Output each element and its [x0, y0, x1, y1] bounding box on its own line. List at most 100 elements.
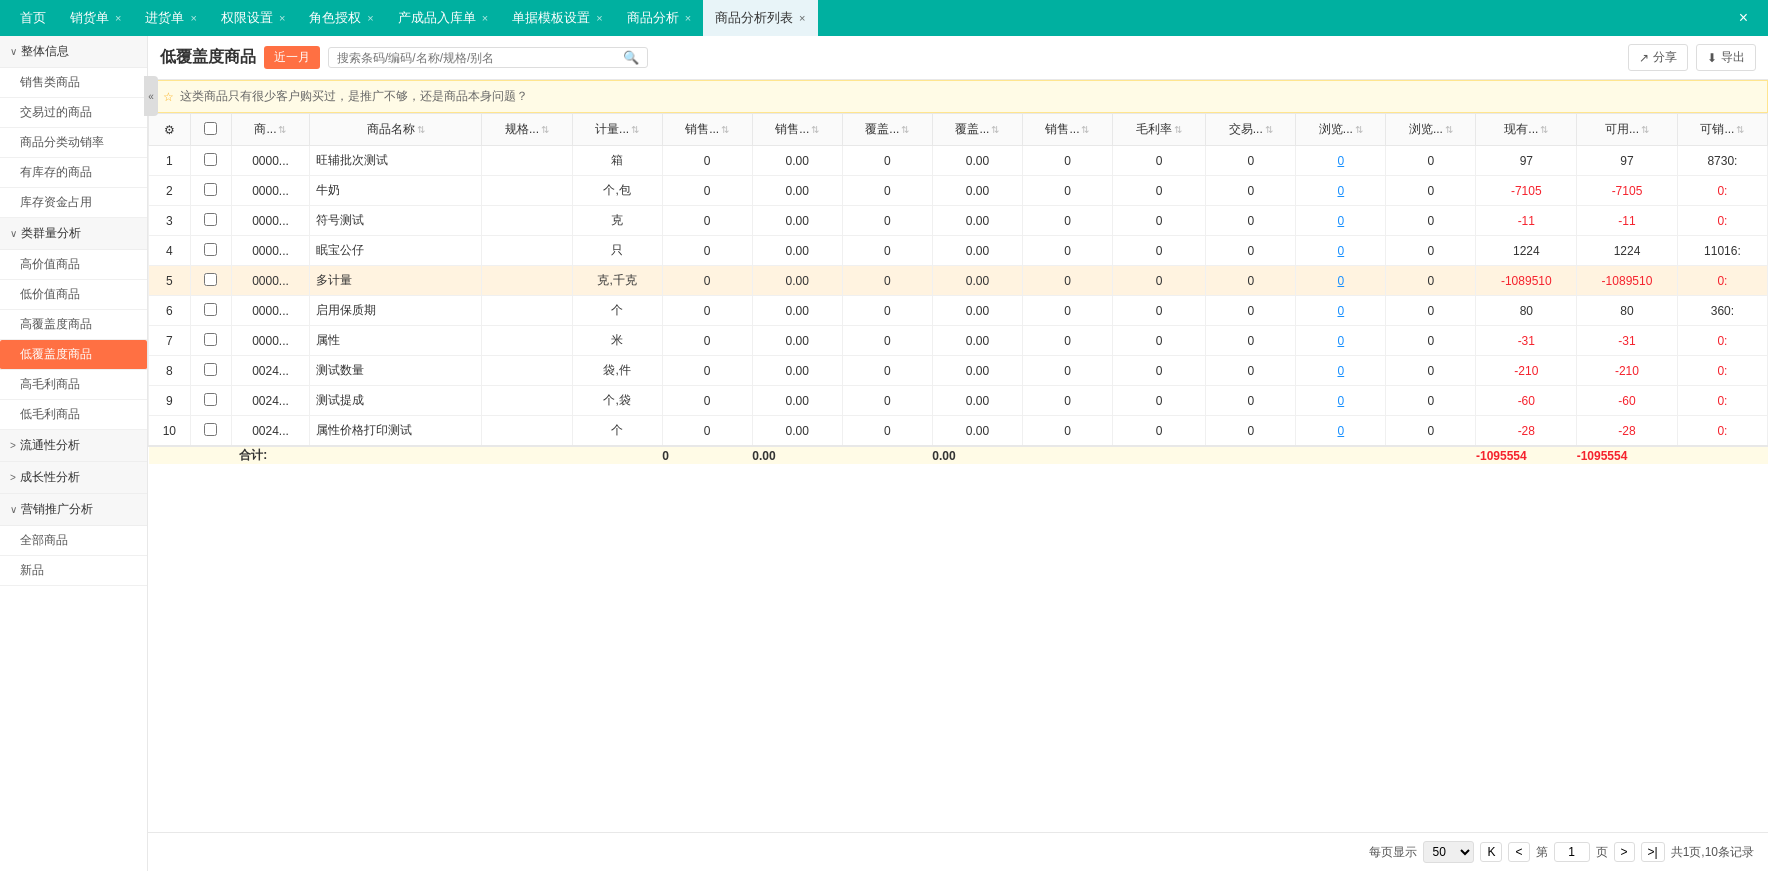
- row-sales-amt: 0.00: [752, 176, 842, 206]
- row-sellable: 0:: [1677, 416, 1767, 447]
- row-cover1: 0: [842, 236, 932, 266]
- row-name: 启用保质期: [310, 296, 482, 326]
- row-checkbox[interactable]: [190, 206, 231, 236]
- nav-product-analysis-list[interactable]: 商品分析列表 ×: [703, 0, 817, 36]
- per-page-select[interactable]: 50 20 100 200: [1423, 841, 1474, 863]
- row-checkbox[interactable]: [190, 416, 231, 447]
- sidebar-item-category-sales-rate[interactable]: 商品分类动销率: [0, 128, 147, 158]
- share-button[interactable]: ↗ 分享: [1628, 44, 1688, 71]
- row-cover1: 0: [842, 416, 932, 447]
- sidebar-item-low-value[interactable]: 低价值商品: [0, 280, 147, 310]
- row-current-stock: -11: [1476, 206, 1577, 236]
- sidebar-section-cluster[interactable]: ∨ 类群量分析: [0, 218, 147, 250]
- nav-close-icon[interactable]: ×: [279, 12, 285, 24]
- date-filter-button[interactable]: 近一月: [264, 46, 320, 69]
- nav-close-icon[interactable]: ×: [367, 12, 373, 24]
- row-view1[interactable]: 0: [1296, 206, 1386, 236]
- nav-product-analysis[interactable]: 商品分析 ×: [615, 0, 703, 36]
- row-code: 0000...: [231, 266, 310, 296]
- sidebar-section-growth[interactable]: > 成长性分析: [0, 462, 147, 494]
- nav-product-in[interactable]: 产成品入库单 ×: [386, 0, 500, 36]
- row-view1[interactable]: 0: [1296, 326, 1386, 356]
- row-view1[interactable]: 0: [1296, 146, 1386, 176]
- row-trade: 0: [1206, 416, 1296, 447]
- nav-role[interactable]: 角色授权 ×: [297, 0, 385, 36]
- col-margin: 毛利率⇅: [1113, 114, 1206, 146]
- window-close-button[interactable]: ×: [1727, 9, 1760, 27]
- sidebar-item-capital-occupation[interactable]: 库存资金占用: [0, 188, 147, 218]
- sidebar-section-overall[interactable]: ∨ 整体信息: [0, 36, 147, 68]
- row-trade: 0: [1206, 356, 1296, 386]
- row-view1[interactable]: 0: [1296, 176, 1386, 206]
- sidebar-item-high-margin[interactable]: 高毛利商品: [0, 370, 147, 400]
- row-current-stock: -28: [1476, 416, 1577, 447]
- sidebar-item-traded-goods[interactable]: 交易过的商品: [0, 98, 147, 128]
- last-page-button[interactable]: >|: [1641, 842, 1665, 862]
- col-settings[interactable]: ⚙: [149, 114, 191, 146]
- col-cover1: 覆盖...⇅: [842, 114, 932, 146]
- prev-page-button[interactable]: <: [1508, 842, 1529, 862]
- row-spec: [482, 266, 572, 296]
- footer-sales-qty: 0: [662, 446, 752, 464]
- nav-close-icon[interactable]: ×: [115, 12, 121, 24]
- table-row: 100024...属性价格打印测试个00.0000.0000000-28-280…: [149, 416, 1768, 447]
- nav-sales-order[interactable]: 销货单 ×: [58, 0, 133, 36]
- row-checkbox[interactable]: [190, 236, 231, 266]
- sidebar-item-sales-goods[interactable]: 销售类商品: [0, 68, 147, 98]
- sidebar-item-all-goods[interactable]: 全部商品: [0, 526, 147, 556]
- row-view1[interactable]: 0: [1296, 356, 1386, 386]
- nav-purchase[interactable]: 进货单 ×: [133, 0, 208, 36]
- table-wrapper[interactable]: ⚙ 商...⇅ 商品名称⇅ 规格...⇅ 计量...⇅ 销售...⇅ 销售...…: [148, 113, 1768, 832]
- sidebar-item-low-coverage[interactable]: 低覆盖度商品: [0, 340, 147, 370]
- expand-icon: ∨: [10, 228, 17, 239]
- row-view2: 0: [1386, 386, 1476, 416]
- sidebar-item-new-goods[interactable]: 新品: [0, 556, 147, 586]
- col-sales-qty: 销售...⇅: [662, 114, 752, 146]
- nav-permission[interactable]: 权限设置 ×: [209, 0, 297, 36]
- first-page-button[interactable]: K: [1480, 842, 1502, 862]
- nav-home[interactable]: 首页: [8, 0, 58, 36]
- main-layout: ∨ 整体信息 销售类商品 交易过的商品 商品分类动销率 有库存的商品 库存资金占…: [0, 36, 1768, 871]
- table-header-row: ⚙ 商...⇅ 商品名称⇅ 规格...⇅ 计量...⇅ 销售...⇅ 销售...…: [149, 114, 1768, 146]
- row-checkbox[interactable]: [190, 356, 231, 386]
- nav-close-icon[interactable]: ×: [482, 12, 488, 24]
- row-view1[interactable]: 0: [1296, 296, 1386, 326]
- sidebar-item-stocked-goods[interactable]: 有库存的商品: [0, 158, 147, 188]
- sidebar-section-marketing[interactable]: ∨ 营销推广分析: [0, 494, 147, 526]
- sidebar-section-flow[interactable]: > 流通性分析: [0, 430, 147, 462]
- row-cover2: 0.00: [932, 326, 1022, 356]
- sidebar-item-low-margin[interactable]: 低毛利商品: [0, 400, 147, 430]
- next-page-button[interactable]: >: [1614, 842, 1635, 862]
- row-current-stock: -31: [1476, 326, 1577, 356]
- row-checkbox[interactable]: [190, 386, 231, 416]
- row-checkbox[interactable]: [190, 176, 231, 206]
- nav-close-icon[interactable]: ×: [596, 12, 602, 24]
- row-view1[interactable]: 0: [1296, 386, 1386, 416]
- search-input[interactable]: [337, 51, 623, 65]
- row-checkbox[interactable]: [190, 326, 231, 356]
- page-label: 第: [1536, 844, 1548, 861]
- row-unit: 克: [572, 206, 662, 236]
- expand-icon: ∨: [10, 46, 17, 57]
- page-input[interactable]: [1554, 842, 1590, 862]
- nav-template[interactable]: 单据模板设置 ×: [500, 0, 614, 36]
- sidebar-item-high-value[interactable]: 高价值商品: [0, 250, 147, 280]
- row-available-stock: 97: [1577, 146, 1678, 176]
- row-sales-qty: 0: [662, 176, 752, 206]
- export-button[interactable]: ⬇ 导出: [1696, 44, 1756, 71]
- row-view1[interactable]: 0: [1296, 416, 1386, 447]
- table-row: 10000...旺辅批次测试箱00.0000.000000097978730:: [149, 146, 1768, 176]
- sidebar-item-high-coverage[interactable]: 高覆盖度商品: [0, 310, 147, 340]
- row-checkbox[interactable]: [190, 146, 231, 176]
- nav-close-icon[interactable]: ×: [190, 12, 196, 24]
- col-sales3: 销售...⇅: [1022, 114, 1112, 146]
- col-checkbox[interactable]: [190, 114, 231, 146]
- select-all-checkbox[interactable]: [204, 122, 217, 135]
- row-view1[interactable]: 0: [1296, 266, 1386, 296]
- sidebar-collapse-button[interactable]: «: [144, 76, 158, 116]
- nav-close-icon[interactable]: ×: [685, 12, 691, 24]
- nav-close-icon[interactable]: ×: [799, 12, 805, 24]
- row-checkbox[interactable]: [190, 296, 231, 326]
- row-checkbox[interactable]: [190, 266, 231, 296]
- row-view1[interactable]: 0: [1296, 236, 1386, 266]
